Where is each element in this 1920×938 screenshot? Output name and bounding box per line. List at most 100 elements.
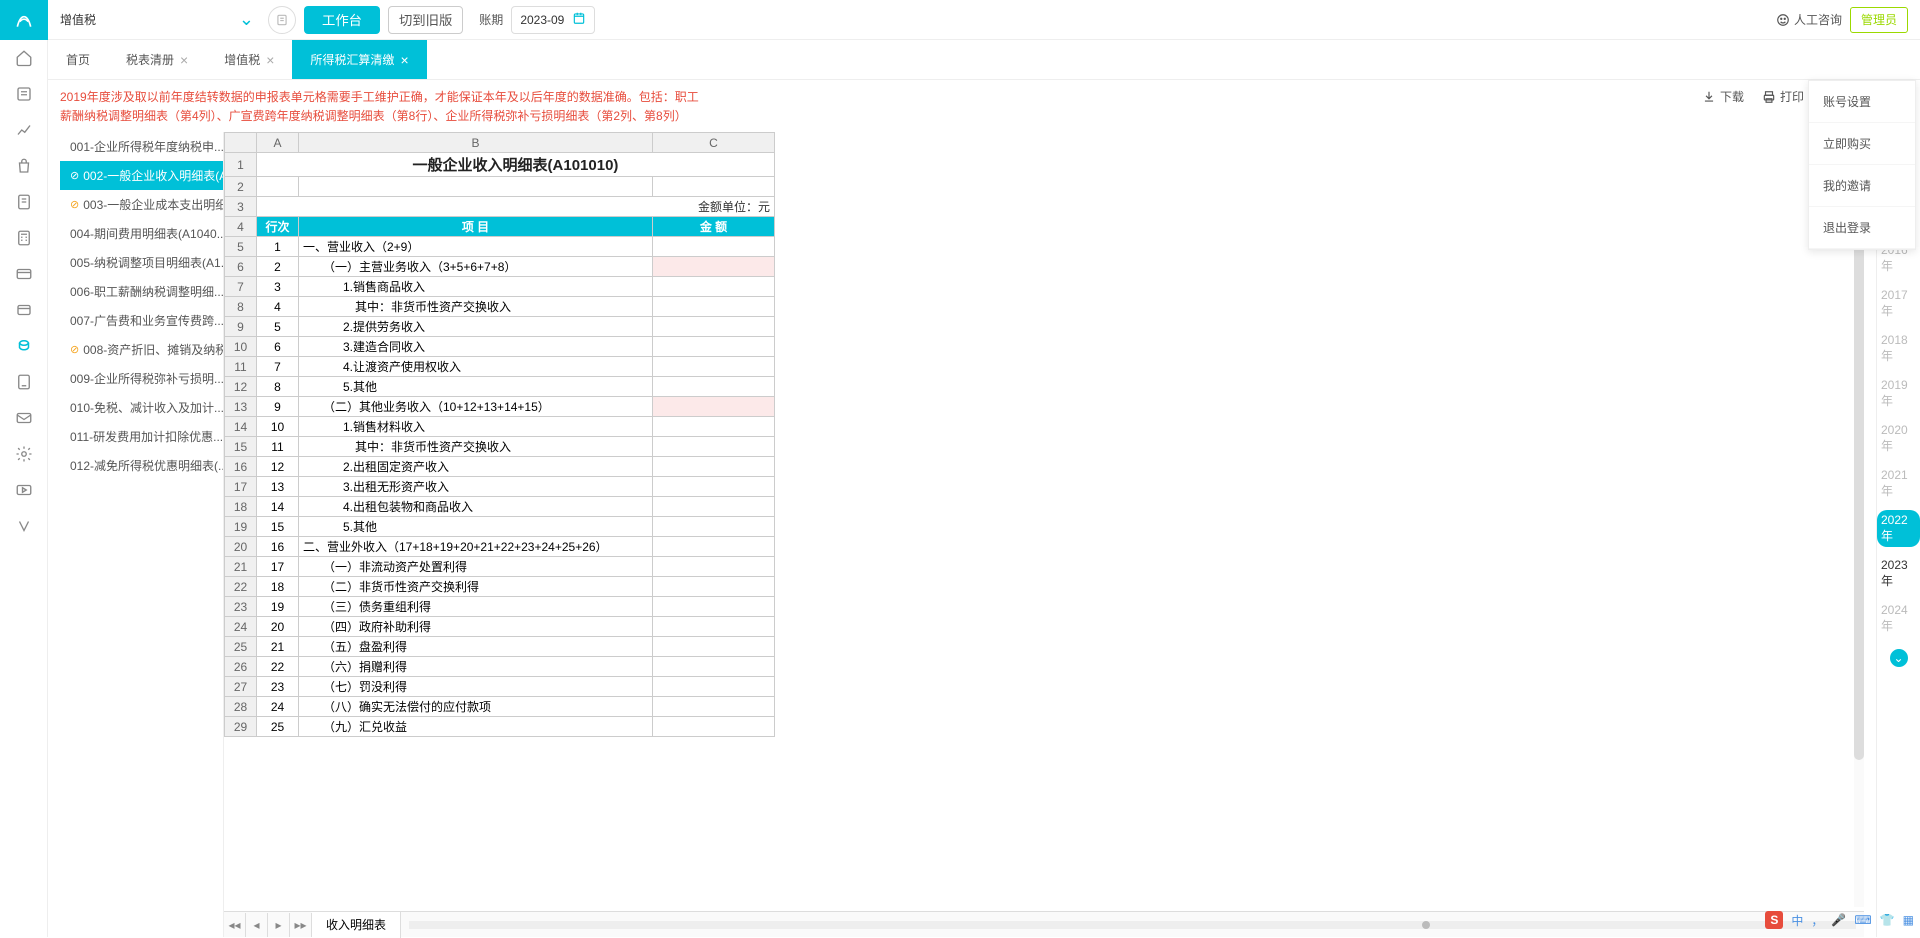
nav-settings-icon[interactable] xyxy=(0,436,48,472)
nav-wallet-icon[interactable] xyxy=(0,256,48,292)
cell[interactable]: 23 xyxy=(225,597,257,617)
cell[interactable]: 14 xyxy=(225,417,257,437)
year-item[interactable]: 2024年 xyxy=(1877,600,1920,637)
cell[interactable]: 5 xyxy=(257,317,299,337)
cell[interactable] xyxy=(653,357,775,377)
nav-v-icon[interactable] xyxy=(0,508,48,544)
doc-item[interactable]: 007-广告费和业务宣传费跨... xyxy=(60,306,223,335)
nav-receipt-icon[interactable] xyxy=(0,364,48,400)
cell[interactable] xyxy=(653,497,775,517)
cell[interactable]: 6 xyxy=(225,257,257,277)
doc-item[interactable]: 004-期间费用明细表(A1040... xyxy=(60,219,223,248)
cell[interactable]: 5 xyxy=(225,237,257,257)
cell[interactable]: 19 xyxy=(257,597,299,617)
cell[interactable]: 2.提供劳务收入 xyxy=(299,317,653,337)
cell[interactable]: 13 xyxy=(257,477,299,497)
close-icon[interactable]: × xyxy=(180,52,188,68)
cell[interactable]: 1 xyxy=(257,237,299,257)
cell[interactable]: 21 xyxy=(257,637,299,657)
cell[interactable]: 22 xyxy=(225,577,257,597)
cell[interactable] xyxy=(653,637,775,657)
cell[interactable]: 金 额 xyxy=(653,217,775,237)
ime-lang[interactable]: 中 xyxy=(1791,912,1803,929)
cell[interactable]: 3 xyxy=(257,277,299,297)
cell[interactable]: 21 xyxy=(225,557,257,577)
cell[interactable] xyxy=(653,657,775,677)
cell[interactable]: 19 xyxy=(225,517,257,537)
cell[interactable]: 13 xyxy=(225,397,257,417)
admin-menu-item[interactable]: 立即购买 xyxy=(1809,123,1915,165)
tab-2[interactable]: 增值税× xyxy=(206,40,292,79)
cell[interactable] xyxy=(653,697,775,717)
cell[interactable]: 17 xyxy=(257,557,299,577)
cell[interactable]: 6 xyxy=(257,337,299,357)
cell[interactable]: 10 xyxy=(257,417,299,437)
cell[interactable] xyxy=(653,597,775,617)
doc-item[interactable]: ⊘008-资产折旧、摊销及纳税... xyxy=(60,335,223,364)
nav-home-icon[interactable] xyxy=(0,40,48,76)
admin-menu-item[interactable]: 我的邀请 xyxy=(1809,165,1915,207)
cell[interactable]: 一、营业收入（2+9） xyxy=(299,237,653,257)
ime-mic-icon[interactable]: 🎤 xyxy=(1831,913,1846,927)
cell[interactable]: B xyxy=(299,133,653,153)
nav-video-icon[interactable] xyxy=(0,472,48,508)
cell[interactable]: 4 xyxy=(257,297,299,317)
cell[interactable] xyxy=(653,337,775,357)
year-item[interactable]: 2018年 xyxy=(1877,330,1920,367)
tab-0[interactable]: 首页 xyxy=(48,40,108,79)
cell[interactable] xyxy=(653,457,775,477)
cell[interactable]: （二）非货币性资产交换利得 xyxy=(299,577,653,597)
ime-grid-icon[interactable]: ▦ xyxy=(1903,913,1914,927)
ime-logo-icon[interactable]: S xyxy=(1765,911,1783,929)
doc-item[interactable]: 010-免税、减计收入及加计... xyxy=(60,393,223,422)
sheet-nav-prev[interactable]: ◂ xyxy=(246,913,268,937)
cell[interactable]: 3.建造合同收入 xyxy=(299,337,653,357)
doc-item[interactable]: 001-企业所得税年度纳税申... xyxy=(60,132,223,161)
cell[interactable]: 3 xyxy=(225,197,257,217)
cell[interactable]: 11 xyxy=(257,437,299,457)
cell[interactable]: 15 xyxy=(257,517,299,537)
cell[interactable]: 12 xyxy=(257,457,299,477)
ime-skin-icon[interactable]: 👕 xyxy=(1880,913,1895,927)
cell[interactable]: 8 xyxy=(225,297,257,317)
workspace-button[interactable]: 工作台 xyxy=(304,6,380,34)
account-selector[interactable]: 增值税 ⌄ xyxy=(60,9,260,30)
cell[interactable]: 29 xyxy=(225,717,257,737)
cell[interactable] xyxy=(299,177,653,197)
cell[interactable]: 24 xyxy=(257,697,299,717)
cell[interactable]: 25 xyxy=(257,717,299,737)
ime-keyboard-icon[interactable]: ⌨ xyxy=(1854,913,1871,927)
cell[interactable] xyxy=(653,257,775,277)
doc-item[interactable]: ⊘003-一般企业成本支出明细... xyxy=(60,190,223,219)
cell[interactable]: 行次 xyxy=(257,217,299,237)
cell[interactable]: 5.其他 xyxy=(299,377,653,397)
help-link[interactable]: 人工咨询 xyxy=(1776,11,1842,28)
cell[interactable]: （三）债务重组利得 xyxy=(299,597,653,617)
cell[interactable]: 26 xyxy=(225,657,257,677)
cell[interactable]: 12 xyxy=(225,377,257,397)
cell[interactable]: 7 xyxy=(257,357,299,377)
cell[interactable] xyxy=(653,177,775,197)
doc-item[interactable]: 011-研发费用加计扣除优惠... xyxy=(60,422,223,451)
nav-bag-icon[interactable] xyxy=(0,148,48,184)
tab-3[interactable]: 所得税汇算清缴× xyxy=(292,40,426,79)
cell[interactable]: 其中：非货币性资产交换收入 xyxy=(299,297,653,317)
admin-menu-item[interactable]: 退出登录 xyxy=(1809,207,1915,249)
close-icon[interactable]: × xyxy=(400,52,408,68)
admin-menu-item[interactable]: 账号设置 xyxy=(1809,81,1915,123)
doc-item[interactable]: 005-纳税调整项目明细表(A1... xyxy=(60,248,223,277)
cell[interactable]: 9 xyxy=(225,317,257,337)
content-vscroll[interactable] xyxy=(1854,170,1864,907)
cell[interactable] xyxy=(653,237,775,257)
cell[interactable]: 22 xyxy=(257,657,299,677)
cell[interactable]: 18 xyxy=(225,497,257,517)
cell[interactable]: （五）盘盈利得 xyxy=(299,637,653,657)
cell[interactable]: 28 xyxy=(225,697,257,717)
cell[interactable] xyxy=(653,277,775,297)
cell[interactable]: 9 xyxy=(257,397,299,417)
cell[interactable]: 10 xyxy=(225,337,257,357)
admin-button[interactable]: 管理员 xyxy=(1850,7,1908,33)
cell[interactable]: 8 xyxy=(257,377,299,397)
cell[interactable]: 1.销售材料收入 xyxy=(299,417,653,437)
cell[interactable] xyxy=(653,717,775,737)
